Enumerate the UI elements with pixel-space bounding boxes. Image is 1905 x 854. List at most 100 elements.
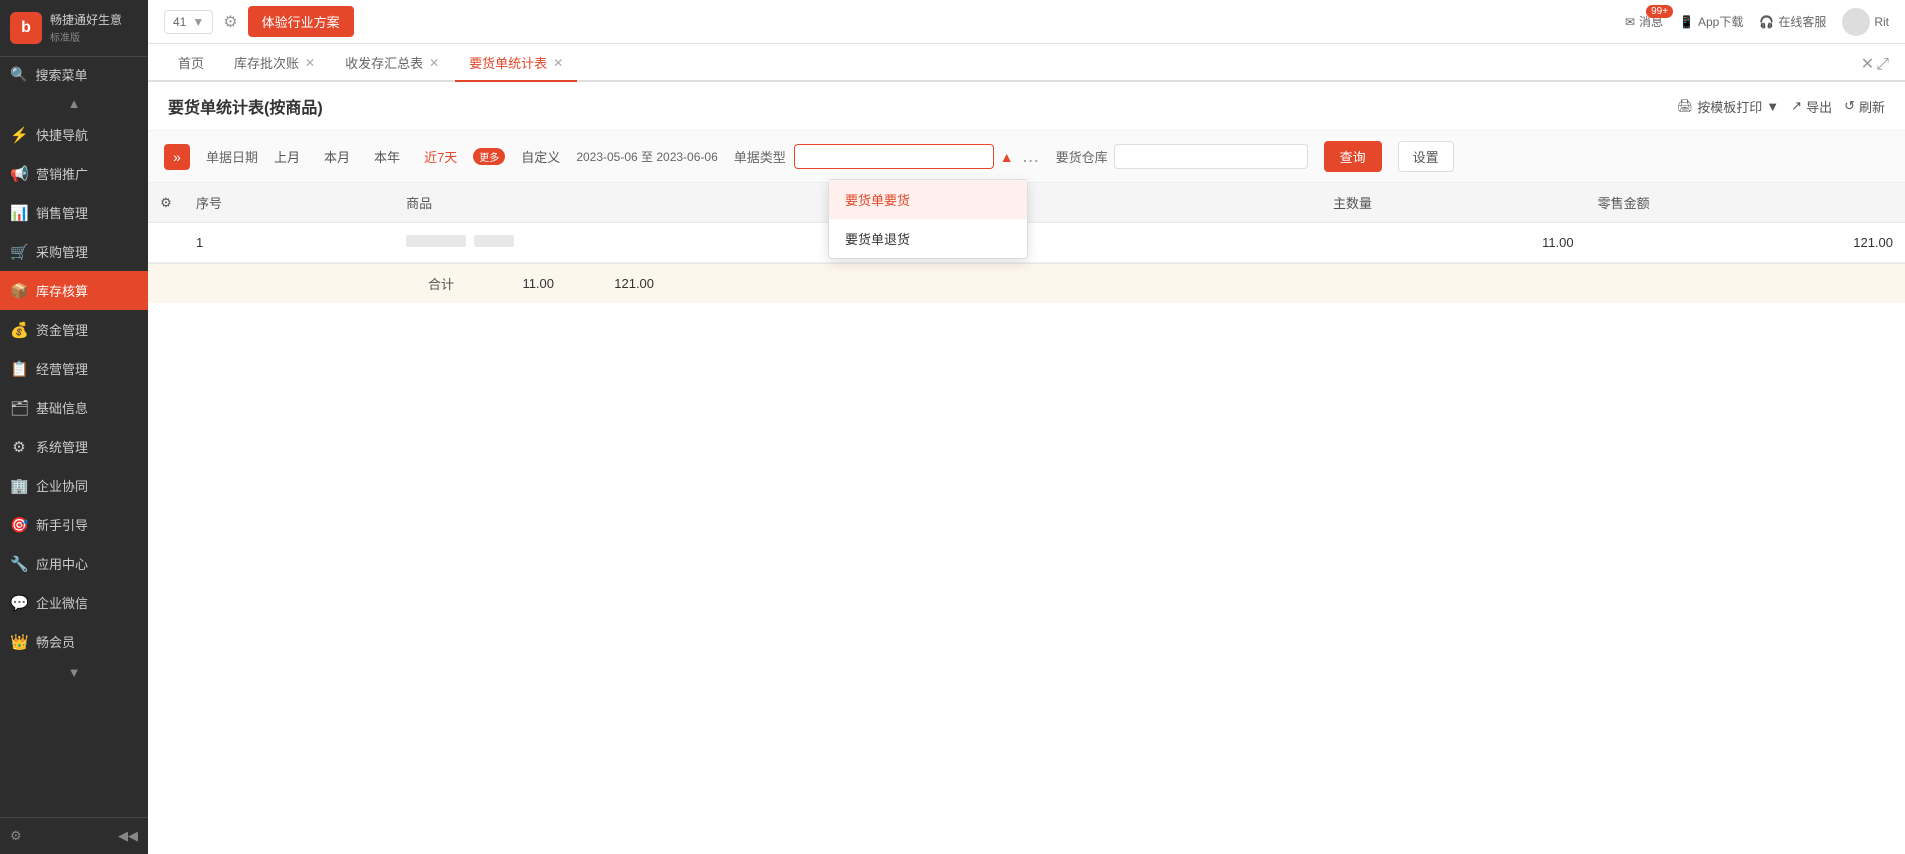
system-icon: ⚙ bbox=[10, 438, 28, 456]
sidebar-item-guide[interactable]: 🎯 新手引导 bbox=[0, 505, 148, 544]
date-range-display: 2023-05-06 至 2023-06-06 bbox=[576, 148, 717, 165]
sidebar-item-marketing[interactable]: 📢 营销推广 bbox=[0, 154, 148, 193]
apps-icon: 🔧 bbox=[10, 555, 28, 573]
export-icon: ↗ bbox=[1791, 98, 1802, 114]
guide-icon: 🎯 bbox=[10, 516, 28, 534]
tab-home[interactable]: 首页 bbox=[164, 45, 218, 82]
search-icon: 🔍 bbox=[10, 66, 27, 83]
doc-type-arrow-icon[interactable]: ▲ bbox=[1000, 149, 1014, 165]
purchase-icon: 🛒 bbox=[10, 243, 28, 261]
dropdown-item-return[interactable]: 要货单退货 bbox=[829, 219, 1027, 258]
sidebar-item-label: 企业协同 bbox=[36, 476, 88, 495]
tab-close-all[interactable]: ✕ bbox=[1861, 54, 1874, 80]
sidebar-item-label: 应用中心 bbox=[36, 554, 88, 573]
th-settings[interactable]: ⚙ bbox=[148, 183, 184, 223]
tab-expand-icon[interactable]: ⤢ bbox=[1876, 56, 1889, 80]
warehouse-filter-group: 要货仓库 bbox=[1056, 144, 1308, 169]
notifications-item[interactable]: ✉ 消息 99+ bbox=[1625, 13, 1663, 30]
th-qty: 主数量 bbox=[1321, 183, 1586, 223]
tab-batch-close[interactable]: ✕ bbox=[305, 56, 315, 70]
user-item[interactable]: Rit bbox=[1842, 8, 1889, 36]
sidebar-scroll-down[interactable]: ▼ bbox=[0, 661, 148, 684]
export-action[interactable]: ↗ 导出 bbox=[1791, 97, 1832, 116]
footer-qty: 11.00 bbox=[466, 276, 566, 291]
sidebar-item-label: 资金管理 bbox=[36, 320, 88, 339]
tab-receipts[interactable]: 收发存汇总表 ✕ bbox=[331, 45, 453, 82]
sidebar-collapse-icon[interactable]: ◀◀ bbox=[118, 828, 138, 844]
sidebar-item-label: 企业微信 bbox=[36, 593, 88, 612]
logo-icon: b bbox=[10, 12, 42, 44]
sidebar-item-enterprise[interactable]: 🏢 企业协同 bbox=[0, 466, 148, 505]
header-selector[interactable]: 41 ▼ bbox=[164, 10, 213, 34]
sidebar-item-sales[interactable]: 📊 销售管理 bbox=[0, 193, 148, 232]
td-amount: 121.00 bbox=[1586, 223, 1905, 263]
sidebar-item-inventory[interactable]: 📦 库存核算 bbox=[0, 271, 148, 310]
td-no: 1 bbox=[184, 223, 394, 263]
phone-icon: 📱 bbox=[1679, 15, 1694, 29]
sidebar-search[interactable]: 🔍 搜索菜单 bbox=[0, 57, 148, 92]
refresh-action[interactable]: ↺ 刷新 bbox=[1844, 97, 1885, 116]
trial-button[interactable]: 体验行业方案 bbox=[248, 6, 354, 37]
doc-type-more-icon[interactable]: … bbox=[1022, 146, 1040, 167]
finance-icon: 💰 bbox=[10, 321, 28, 339]
date-7days-btn[interactable]: 近7天 bbox=[416, 143, 465, 170]
date-prev-month-btn[interactable]: 上月 bbox=[266, 143, 308, 170]
tab-batch-label: 库存批次账 bbox=[234, 53, 299, 72]
sidebar-settings-icon[interactable]: ⚙ bbox=[10, 828, 22, 844]
dropdown-item-order[interactable]: 要货单要货 bbox=[829, 180, 1027, 219]
tab-receipts-close[interactable]: ✕ bbox=[429, 56, 439, 70]
user-name: Rit bbox=[1874, 15, 1889, 29]
tab-orders[interactable]: 要货单统计表 ✕ bbox=[455, 45, 577, 82]
sidebar-item-finance[interactable]: 💰 资金管理 bbox=[0, 310, 148, 349]
warehouse-label: 要货仓库 bbox=[1056, 147, 1108, 166]
sidebar-item-system[interactable]: ⚙ 系统管理 bbox=[0, 427, 148, 466]
sidebar-item-label: 系统管理 bbox=[36, 437, 88, 456]
brand-name: 畅捷通好生意 bbox=[50, 12, 122, 29]
date-custom-btn[interactable]: 自定义 bbox=[513, 143, 568, 170]
date-year-btn[interactable]: 本年 bbox=[366, 143, 408, 170]
tab-batch[interactable]: 库存批次账 ✕ bbox=[220, 45, 329, 82]
member-icon: 👑 bbox=[10, 633, 28, 651]
inventory-icon: 📦 bbox=[10, 282, 28, 300]
header-right: ✉ 消息 99+ 📱 App下载 🎧 在线客服 Rit bbox=[1625, 8, 1889, 36]
doc-type-input[interactable] bbox=[794, 144, 994, 169]
marketing-icon: 📢 bbox=[10, 165, 28, 183]
notifications-badge: 99+ bbox=[1646, 5, 1673, 18]
app-download-item[interactable]: 📱 App下载 bbox=[1679, 13, 1743, 30]
sidebar-item-operations[interactable]: 📋 经营管理 bbox=[0, 349, 148, 388]
th-amount: 零售金额 bbox=[1586, 183, 1905, 223]
filter-expand-button[interactable]: » bbox=[164, 144, 190, 170]
tab-orders-label: 要货单统计表 bbox=[469, 53, 547, 72]
print-label: 按模板打印 bbox=[1697, 97, 1762, 116]
tabs-bar: 首页 库存批次账 ✕ 收发存汇总表 ✕ 要货单统计表 ✕ ✕ ⤢ bbox=[148, 44, 1905, 82]
sidebar-item-purchase[interactable]: 🛒 采购管理 bbox=[0, 232, 148, 271]
sidebar-item-label: 基础信息 bbox=[36, 398, 88, 417]
header-gear-icon[interactable]: ⚙ bbox=[223, 12, 237, 32]
sidebar: b 畅捷通好生意 标准版 🔍 搜索菜单 ▲ ⚡ 快捷导航 📢 营销推广 📊 销售… bbox=[0, 0, 148, 854]
sidebar-item-wechat[interactable]: 💬 企业微信 bbox=[0, 583, 148, 622]
date-more-badge[interactable]: 更多 bbox=[473, 148, 505, 165]
sidebar-scroll-up[interactable]: ▲ bbox=[0, 92, 148, 115]
warehouse-input[interactable] bbox=[1114, 144, 1308, 169]
doc-type-dropdown: 要货单要货 要货单退货 bbox=[828, 179, 1028, 259]
sidebar-item-member[interactable]: 👑 畅会员 bbox=[0, 622, 148, 661]
page-title: 要货单统计表(按商品) bbox=[168, 94, 323, 118]
query-button[interactable]: 查询 bbox=[1324, 141, 1382, 172]
footer-label: 合计 bbox=[148, 274, 466, 293]
main-area: 41 ▼ ⚙ 体验行业方案 ✉ 消息 99+ 📱 App下载 🎧 在线客服 R bbox=[148, 0, 1905, 854]
online-service-item[interactable]: 🎧 在线客服 bbox=[1759, 13, 1826, 30]
doc-type-label: 单据类型 bbox=[734, 147, 786, 166]
sidebar-item-label: 营销推广 bbox=[36, 164, 88, 183]
sidebar-item-quick-nav[interactable]: ⚡ 快捷导航 bbox=[0, 115, 148, 154]
brand-sub: 标准版 bbox=[50, 29, 122, 44]
selector-arrow-icon: ▼ bbox=[192, 15, 204, 29]
date-cur-month-btn[interactable]: 本月 bbox=[316, 143, 358, 170]
refresh-label: 刷新 bbox=[1859, 97, 1885, 116]
tab-orders-close[interactable]: ✕ bbox=[553, 56, 563, 70]
sidebar-item-apps[interactable]: 🔧 应用中心 bbox=[0, 544, 148, 583]
sidebar-item-basic[interactable]: 🗂 基础信息 bbox=[0, 388, 148, 427]
wechat-icon: 💬 bbox=[10, 594, 28, 612]
set-button[interactable]: 设置 bbox=[1398, 141, 1454, 172]
print-icon: 🖨 bbox=[1677, 98, 1694, 114]
print-action[interactable]: 🖨 按模板打印 ▼ bbox=[1677, 97, 1779, 116]
